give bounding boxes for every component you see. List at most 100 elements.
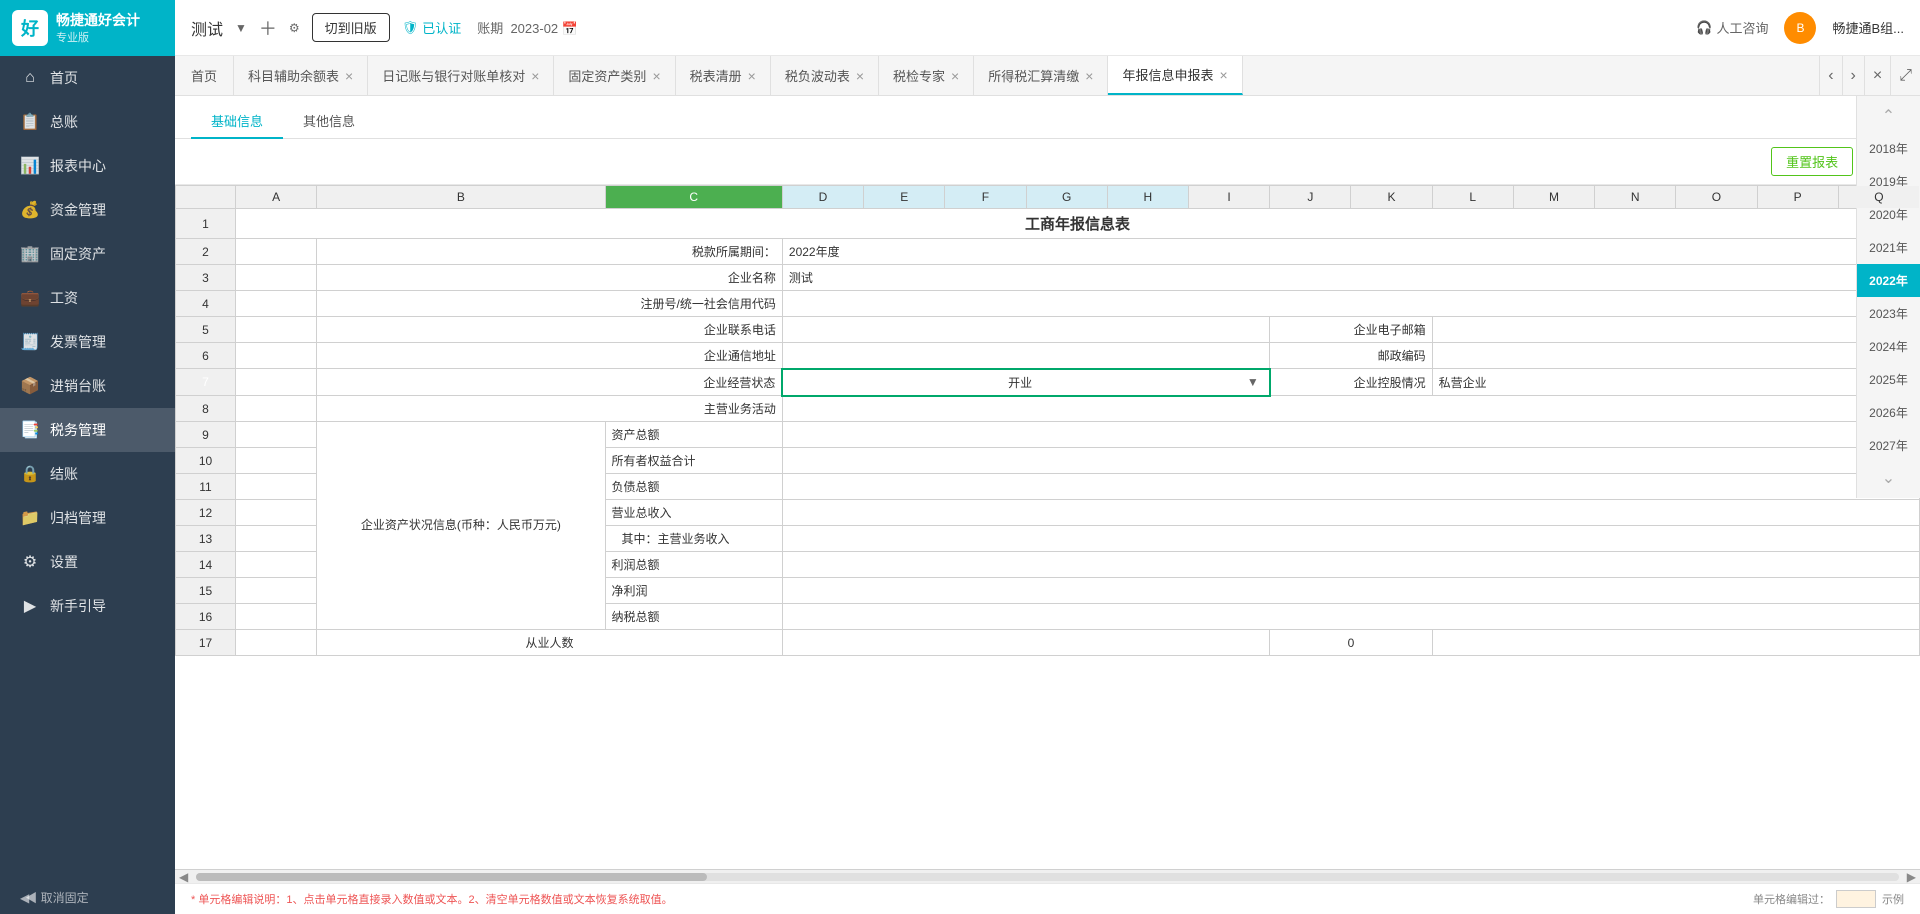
cell-6C[interactable]	[782, 343, 1269, 369]
cell-2A[interactable]	[236, 239, 317, 265]
cell-2B[interactable]: 税款所属期间：	[317, 239, 783, 265]
cell-2C[interactable]: 2022年度	[782, 239, 1919, 265]
tab-expand-btn[interactable]: ⤢	[1890, 56, 1920, 95]
col-header-A[interactable]: A	[236, 186, 317, 209]
col-header-G[interactable]: G	[1026, 186, 1107, 209]
cell-4A[interactable]	[236, 291, 317, 317]
cell-5J[interactable]: 企业电子邮箱	[1270, 317, 1432, 343]
cell-4C[interactable]	[782, 291, 1919, 317]
year-2026[interactable]: 2026年	[1857, 396, 1920, 429]
cell-9A[interactable]	[236, 422, 317, 448]
year-2024[interactable]: 2024年	[1857, 330, 1920, 363]
year-scroll-up-btn[interactable]: ⌃	[1857, 100, 1920, 132]
cell-17K[interactable]	[1432, 630, 1919, 656]
cell-7K[interactable]: 私营企业	[1432, 369, 1919, 396]
cell-17B[interactable]: 从业人数	[317, 630, 783, 656]
tab-prev-btn[interactable]: ‹	[1819, 56, 1841, 95]
sidebar-item-settings[interactable]: ⚙设置	[0, 540, 175, 584]
cell-7J[interactable]: 企业控股情况	[1270, 369, 1432, 396]
cell-13D[interactable]	[782, 526, 1919, 552]
cell-10A[interactable]	[236, 448, 317, 474]
year-2022[interactable]: 2022年	[1857, 264, 1920, 297]
tab-aux[interactable]: 科目辅助余额表 ×	[234, 56, 368, 95]
cell-12C[interactable]: 营业总收入	[605, 500, 782, 526]
tab-income-tax[interactable]: 所得税汇算清缴 ×	[974, 56, 1108, 95]
tab-tax-table[interactable]: 税表清册 ×	[676, 56, 771, 95]
cell-5C[interactable]	[782, 317, 1269, 343]
cell-12D[interactable]	[782, 500, 1919, 526]
cell-16D[interactable]	[782, 604, 1919, 630]
cell-6K[interactable]	[1432, 343, 1919, 369]
cell-15D[interactable]	[782, 578, 1919, 604]
tab-annual-close[interactable]: ×	[1219, 68, 1227, 82]
col-header-Q[interactable]: Q	[1838, 186, 1919, 209]
sec-tab-basic[interactable]: 基础信息	[191, 104, 283, 139]
cell-14A[interactable]	[236, 552, 317, 578]
sidebar-item-tax[interactable]: 📑税务管理	[0, 408, 175, 452]
topbar-dropdown-btn[interactable]: ▼	[235, 21, 247, 35]
sidebar-item-archive[interactable]: 📁归档管理	[0, 496, 175, 540]
cell-13A[interactable]	[236, 526, 317, 552]
tab-income-tax-close[interactable]: ×	[1085, 69, 1093, 83]
tab-tax-check-close[interactable]: ×	[951, 69, 959, 83]
tab-close-all-btn[interactable]: ×	[1864, 56, 1890, 95]
col-header-F[interactable]: F	[945, 186, 1026, 209]
cell-13C[interactable]: 其中：主营业务收入	[605, 526, 782, 552]
year-2023[interactable]: 2023年	[1857, 297, 1920, 330]
cell-14C[interactable]: 利润总额	[605, 552, 782, 578]
cell-5A[interactable]	[236, 317, 317, 343]
year-2018[interactable]: 2018年	[1857, 132, 1920, 165]
service-btn[interactable]: 🎧 人工咨询	[1696, 18, 1768, 37]
cell-6J[interactable]: 邮政编码	[1270, 343, 1432, 369]
col-header-L[interactable]: L	[1432, 186, 1513, 209]
cell-6B[interactable]: 企业通信地址	[317, 343, 783, 369]
col-header-P[interactable]: P	[1757, 186, 1838, 209]
scroll-right-btn[interactable]: ▶	[1903, 870, 1920, 884]
sidebar-item-close[interactable]: 🔒结账	[0, 452, 175, 496]
year-2021[interactable]: 2021年	[1857, 231, 1920, 264]
tab-journal-close[interactable]: ×	[531, 69, 539, 83]
cell-4B[interactable]: 注册号/统一社会信用代码	[317, 291, 783, 317]
year-2025[interactable]: 2025年	[1857, 363, 1920, 396]
sidebar-item-finance[interactable]: 💰资金管理	[0, 188, 175, 232]
sidebar-item-reports[interactable]: 📊报表中心	[0, 144, 175, 188]
col-header-D[interactable]: D	[782, 186, 863, 209]
dropdown-arrow-icon[interactable]: ▼	[1247, 375, 1259, 389]
topbar-settings-btn[interactable]: ⚙	[289, 21, 300, 35]
cell-16A[interactable]	[236, 604, 317, 630]
col-header-I[interactable]: I	[1188, 186, 1269, 209]
cell-7B[interactable]: 企业经营状态	[317, 369, 783, 396]
cell-3C[interactable]: 测试	[782, 265, 1919, 291]
cell-6A[interactable]	[236, 343, 317, 369]
year-2027[interactable]: 2027年	[1857, 429, 1920, 462]
cell-3B[interactable]: 企业名称	[317, 265, 783, 291]
tab-tax-wave-close[interactable]: ×	[856, 69, 864, 83]
cell-15A[interactable]	[236, 578, 317, 604]
cell-7C[interactable]: 开业 ▼	[782, 369, 1269, 396]
col-header-J[interactable]: J	[1270, 186, 1351, 209]
cell-17J[interactable]: 0	[1270, 630, 1432, 656]
col-header-N[interactable]: N	[1595, 186, 1676, 209]
cell-17A[interactable]	[236, 630, 317, 656]
cell-17C[interactable]	[782, 630, 1269, 656]
col-header-C[interactable]: C	[605, 186, 782, 209]
cell-9B-merged[interactable]: 企业资产状况信息(币种：人民币万元)	[317, 422, 605, 630]
cell-7A[interactable]	[236, 369, 317, 396]
sidebar-item-payroll[interactable]: 💼工资	[0, 276, 175, 320]
tab-journal[interactable]: 日记账与银行对账单核对 ×	[368, 56, 554, 95]
reset-report-btn[interactable]: 重置报表	[1771, 147, 1853, 176]
sidebar-item-home[interactable]: ⌂首页	[0, 56, 175, 100]
sidebar-item-ledger[interactable]: 📋总账	[0, 100, 175, 144]
cell-3A[interactable]	[236, 265, 317, 291]
col-header-K[interactable]: K	[1351, 186, 1432, 209]
sec-tab-other[interactable]: 其他信息	[283, 104, 375, 139]
cell-11D[interactable]	[782, 474, 1919, 500]
tab-tax-wave[interactable]: 税负波动表 ×	[771, 56, 879, 95]
year-scroll-down-btn[interactable]: ⌄	[1857, 462, 1920, 494]
tab-assets-type-close[interactable]: ×	[652, 69, 660, 83]
sidebar-item-invoice[interactable]: 🧾发票管理	[0, 320, 175, 364]
cell-12A[interactable]	[236, 500, 317, 526]
cell-8B[interactable]: 主营业务活动	[317, 396, 783, 422]
cell-16C[interactable]: 纳税总额	[605, 604, 782, 630]
cell-8C[interactable]	[782, 396, 1919, 422]
